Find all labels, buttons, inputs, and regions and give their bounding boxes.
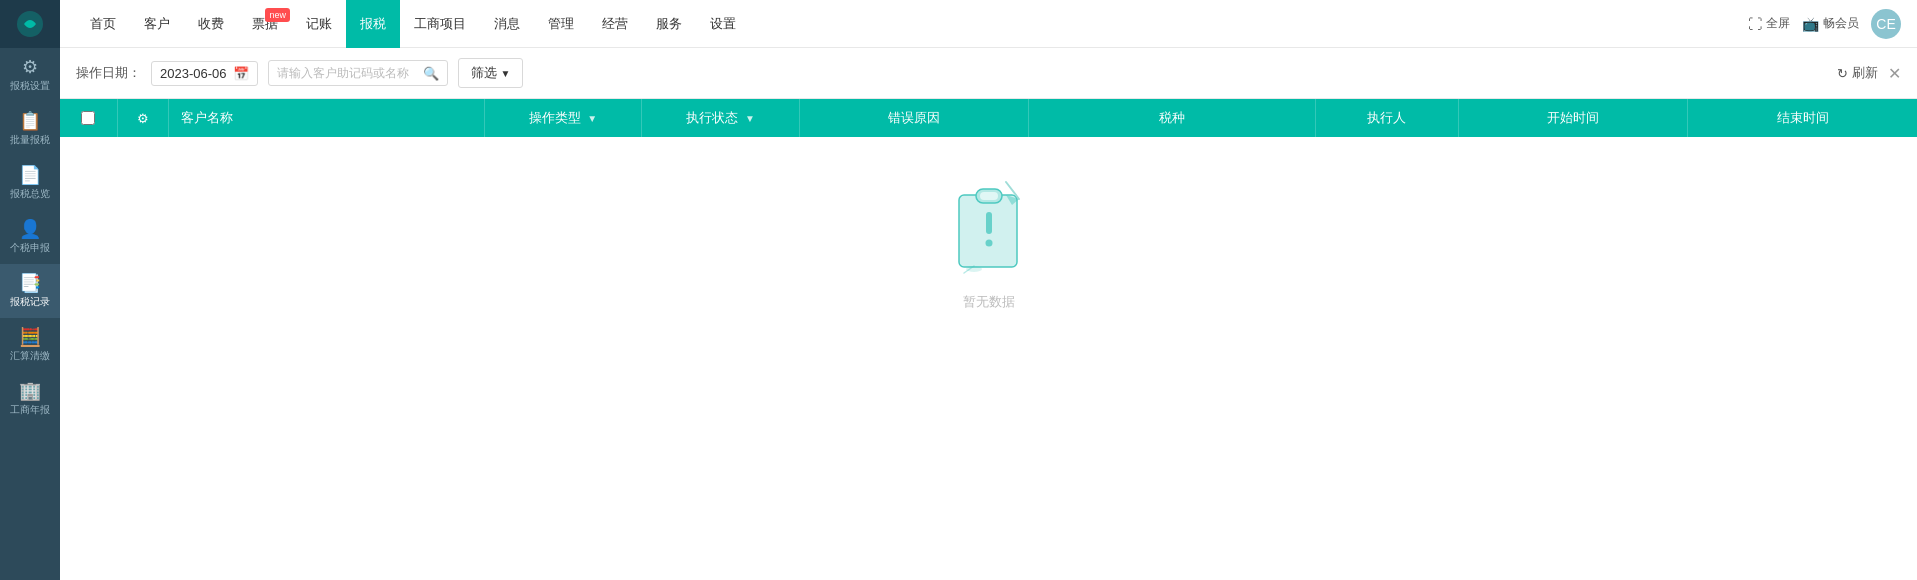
svg-rect-5 [986, 212, 992, 234]
nav-management[interactable]: 管理 [534, 0, 588, 48]
records-table: ⚙ 客户名称 操作类型 ▼ 执行状态 ▼ [60, 99, 1917, 137]
sidebar-item-label: 工商年报 [10, 403, 50, 417]
personal-tax-icon: 👤 [19, 220, 41, 238]
th-executor: 执行人 [1315, 99, 1458, 137]
sidebar-item-label: 报税记录 [10, 295, 50, 309]
nav-operations[interactable]: 经营 [588, 0, 642, 48]
refresh-icon: ↻ [1837, 66, 1848, 81]
select-all-checkbox[interactable] [81, 111, 95, 125]
th-checkbox [60, 99, 117, 137]
fullscreen-icon: ⛶ [1748, 16, 1762, 32]
toolbar-right: ↻ 刷新 ✕ [1837, 64, 1901, 83]
sort-icon-status[interactable]: ▼ [745, 113, 755, 124]
content-area: 操作日期： 2023-06-06 📅 🔍 筛选 ▼ ↻ 刷新 ✕ [60, 48, 1917, 580]
sidebar-item-label: 汇算清缴 [10, 349, 50, 363]
nav-items: 首页 客户 收费 票据 new 记账 报税 工商项目 消息 管理 经营 服务 设… [76, 0, 1748, 48]
table-container: ⚙ 客户名称 操作类型 ▼ 执行状态 ▼ [60, 99, 1917, 580]
nav-tax[interactable]: 报税 [346, 0, 400, 48]
th-tax-type: 税种 [1029, 99, 1316, 137]
date-label: 操作日期： [76, 64, 141, 82]
search-input[interactable] [277, 61, 423, 85]
topnav-right: ⛶ 全屏 📺 畅会员 CE [1748, 9, 1901, 39]
nav-invoice[interactable]: 票据 new [238, 0, 292, 48]
annual-report-icon: 🏢 [19, 382, 41, 400]
sidebar-item-tax-settings[interactable]: ⚙ 报税设置 [0, 48, 60, 102]
nav-clients[interactable]: 客户 [130, 0, 184, 48]
chevron-down-icon: ▼ [501, 68, 511, 79]
nav-settings[interactable]: 设置 [696, 0, 750, 48]
date-value: 2023-06-06 [160, 66, 227, 81]
close-button[interactable]: ✕ [1888, 64, 1901, 83]
sidebar-item-personal-tax[interactable]: 👤 个税申报 [0, 210, 60, 264]
nav-business[interactable]: 工商项目 [400, 0, 480, 48]
fullscreen-button[interactable]: ⛶ 全屏 [1748, 15, 1790, 32]
th-client-name: 客户名称 [169, 99, 484, 137]
sidebar-item-label: 报税总览 [10, 187, 50, 201]
th-start-time: 开始时间 [1458, 99, 1687, 137]
empty-icon [944, 177, 1034, 277]
nav-home[interactable]: 首页 [76, 0, 130, 48]
sidebar-item-label: 个税申报 [10, 241, 50, 255]
sidebar: ⚙ 报税设置 📋 批量报税 📄 报税总览 👤 个税申报 📑 报税记录 🧮 汇算清… [0, 0, 60, 580]
column-settings-icon[interactable]: ⚙ [137, 111, 149, 126]
date-picker[interactable]: 2023-06-06 📅 [151, 61, 258, 86]
svg-point-6 [985, 240, 992, 247]
filter-button[interactable]: 筛选 ▼ [458, 58, 524, 88]
th-settings: ⚙ [117, 99, 169, 137]
sidebar-item-label: 批量报税 [10, 133, 50, 147]
nav-messages[interactable]: 消息 [480, 0, 534, 48]
search-icon[interactable]: 🔍 [423, 66, 439, 81]
search-box: 🔍 [268, 60, 448, 86]
sidebar-item-tax-records[interactable]: 📑 报税记录 [0, 264, 60, 318]
avatar[interactable]: CE [1871, 9, 1901, 39]
tax-overview-icon: 📄 [19, 166, 41, 184]
filter-label: 筛选 [471, 64, 497, 82]
member-button[interactable]: 📺 畅会员 [1802, 15, 1859, 32]
nav-billing[interactable]: 收费 [184, 0, 238, 48]
sidebar-item-tax-overview[interactable]: 📄 报税总览 [0, 156, 60, 210]
sidebar-item-batch-tax[interactable]: 📋 批量报税 [0, 102, 60, 156]
calendar-icon: 📅 [233, 66, 249, 81]
sidebar-item-annual-report[interactable]: 🏢 工商年报 [0, 372, 60, 426]
th-status: 执行状态 ▼ [642, 99, 800, 137]
sidebar-logo[interactable] [0, 0, 60, 48]
tax-records-icon: 📑 [19, 274, 41, 292]
summary-icon: 🧮 [19, 328, 41, 346]
member-icon: 📺 [1802, 16, 1819, 32]
sidebar-item-summary[interactable]: 🧮 汇算清缴 [0, 318, 60, 372]
nav-services[interactable]: 服务 [642, 0, 696, 48]
refresh-button[interactable]: ↻ 刷新 [1837, 64, 1878, 82]
empty-state: 暂无数据 [60, 137, 1917, 351]
th-error: 错误原因 [799, 99, 1028, 137]
th-op-type: 操作类型 ▼ [484, 99, 642, 137]
top-navigation: 首页 客户 收费 票据 new 记账 报税 工商项目 消息 管理 经营 服务 设… [60, 0, 1917, 48]
th-end-time: 结束时间 [1688, 99, 1917, 137]
main-area: 首页 客户 收费 票据 new 记账 报税 工商项目 消息 管理 经营 服务 设… [60, 0, 1917, 580]
batch-tax-icon: 📋 [19, 112, 41, 130]
tax-settings-icon: ⚙ [22, 58, 38, 76]
sidebar-item-label: 报税设置 [10, 79, 50, 93]
nav-accounts[interactable]: 记账 [292, 0, 346, 48]
empty-text: 暂无数据 [963, 293, 1015, 311]
svg-rect-4 [980, 192, 998, 200]
toolbar: 操作日期： 2023-06-06 📅 🔍 筛选 ▼ ↻ 刷新 ✕ [60, 48, 1917, 99]
sort-icon-op-type[interactable]: ▼ [587, 113, 597, 124]
new-badge: new [265, 8, 290, 23]
